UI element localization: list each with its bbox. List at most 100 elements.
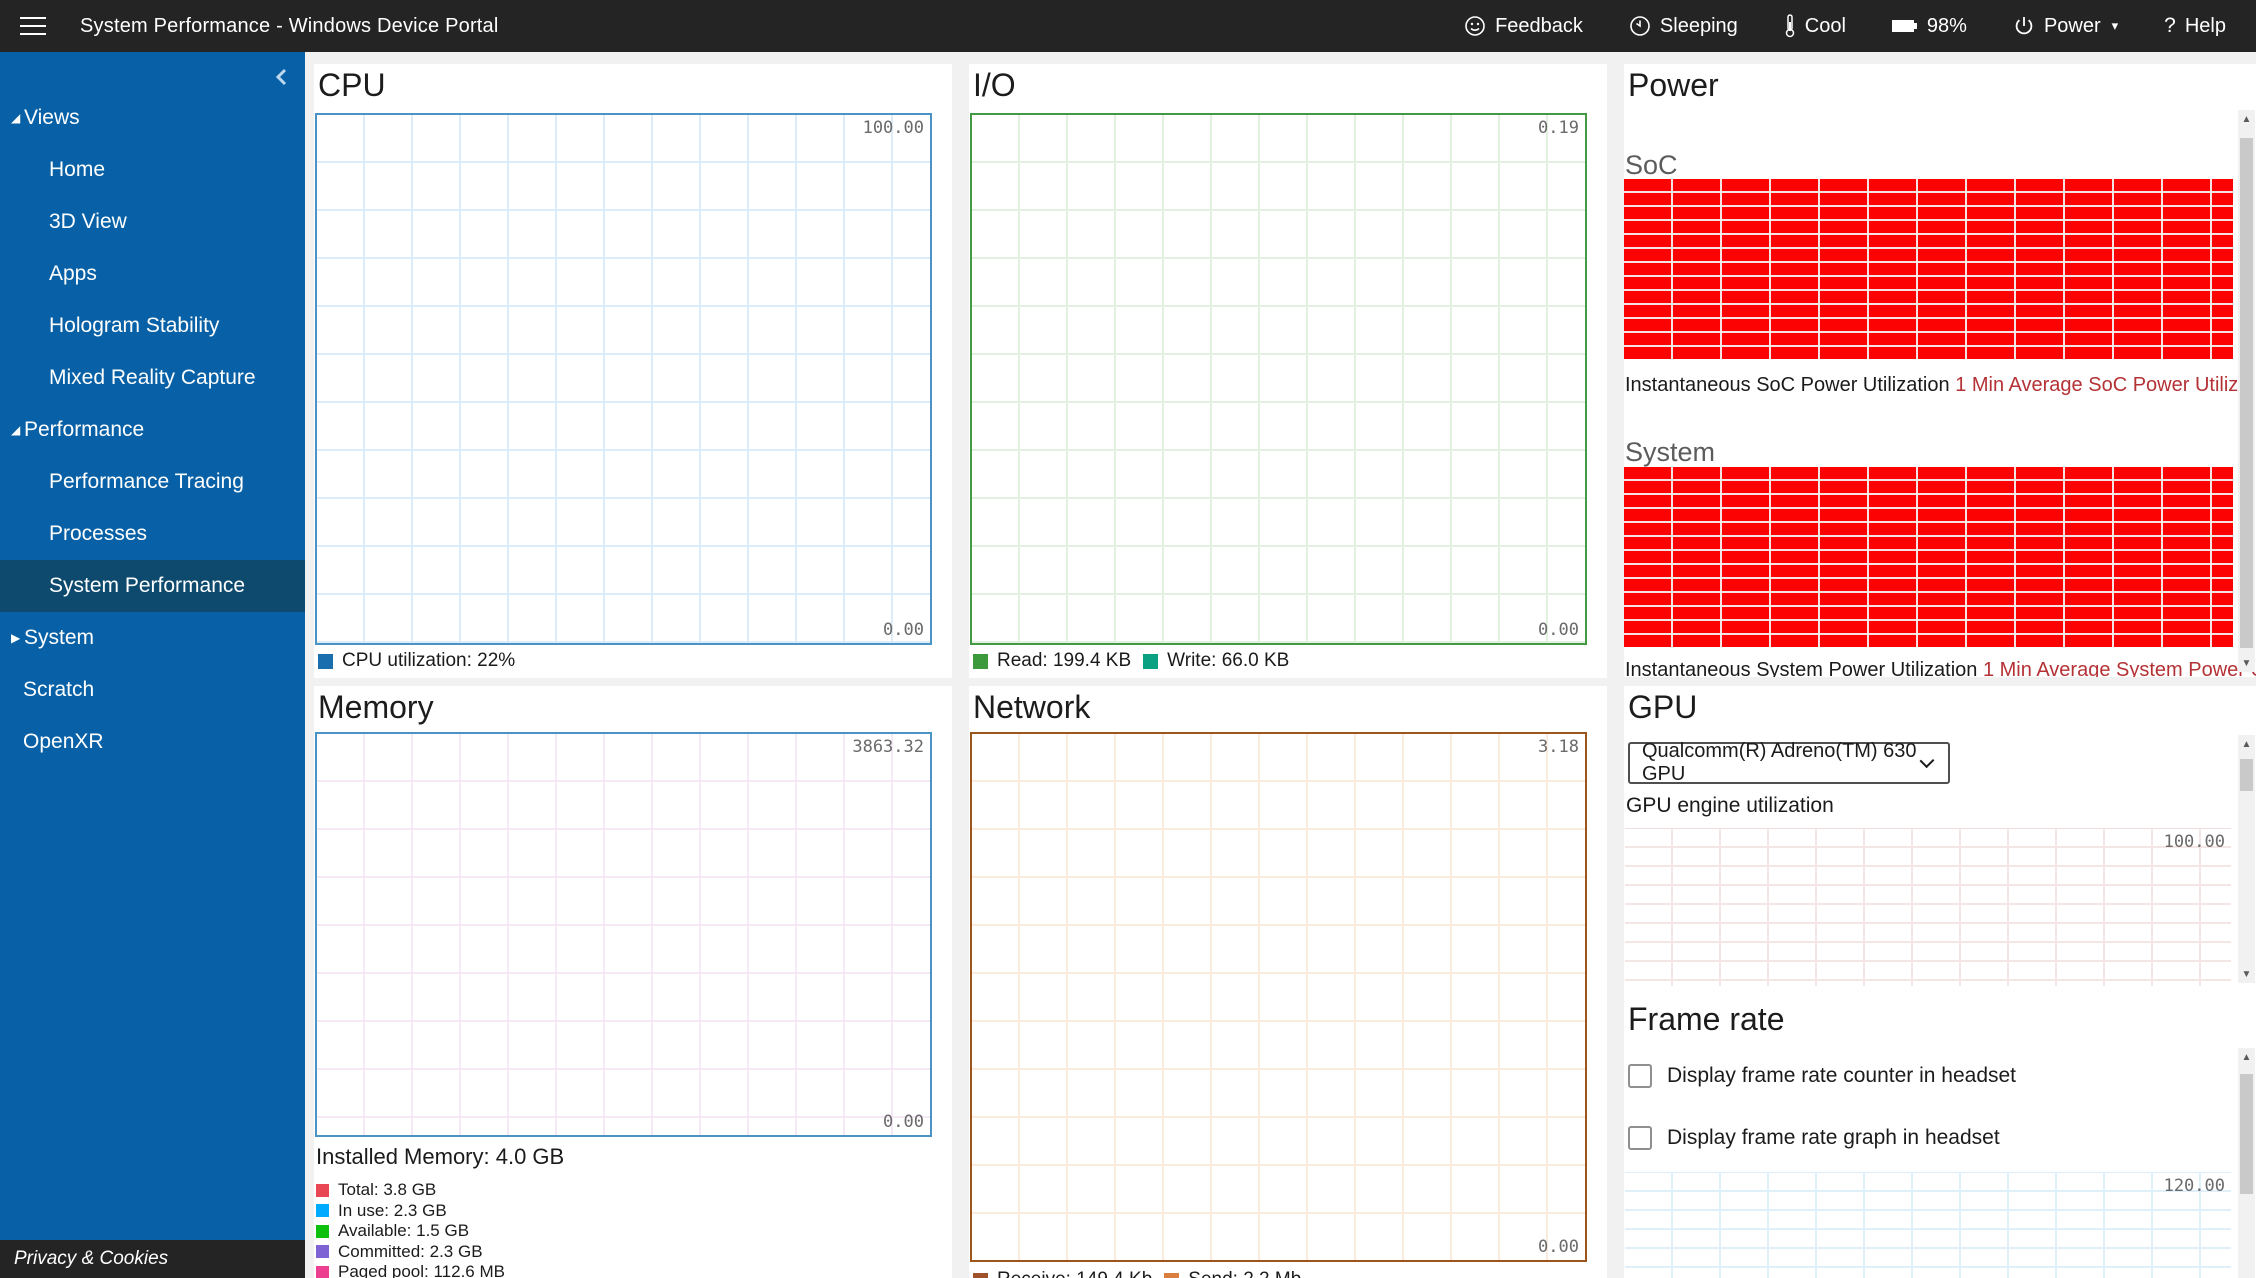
main-content: CPU 100.00 0.00 CPU utilization: 22% I/O… [305, 52, 2256, 1278]
sidebar: ◢ Views Home 3D View Apps Hologram Stabi… [0, 52, 305, 1240]
sidebar-item-processes[interactable]: Processes [0, 508, 305, 560]
gpu-adapter-select[interactable]: Qualcomm(R) Adreno(TM) 630 GPU [1628, 740, 1950, 785]
framerate-graph-label: Display frame rate graph in headset [1667, 1126, 2000, 1149]
legend-swatch [316, 1224, 329, 1238]
cpu-panel: CPU 100.00 0.00 CPU utilization: 22% [314, 64, 952, 678]
chevron-down-icon: ▾ [2111, 18, 2119, 33]
legend-swatch [973, 653, 988, 669]
battery-percent: 98% [1926, 14, 1967, 37]
scroll-up-icon[interactable]: ▲ [2238, 1048, 2255, 1066]
cpu-title: CPU [318, 67, 386, 103]
hamburger-menu-icon[interactable] [20, 17, 46, 35]
framerate-counter-checkbox[interactable] [1628, 1064, 1652, 1088]
legend-item-paged-pool: Paged pool: 112.6 MB [316, 1262, 541, 1278]
io-legend: Read: 199.4 KB Write: 66.0 KB [973, 650, 1289, 672]
system-caption: Instantaneous System Power Utilization 1… [1625, 659, 2256, 677]
thermal-status-button[interactable]: Cool [1784, 14, 1846, 38]
memory-panel: Memory 3863.32 0.00 Installed Memory: 4.… [314, 686, 952, 1278]
expand-icon: ◢ [11, 111, 21, 125]
memory-chart: 3863.32 0.00 [315, 732, 932, 1137]
scroll-up-icon[interactable]: ▲ [2238, 735, 2255, 753]
legend-swatch [1164, 1272, 1180, 1278]
privacy-cookies-link[interactable]: Privacy & Cookies [0, 1240, 305, 1278]
sidebar-group-performance[interactable]: ◢ Performance [0, 404, 305, 456]
help-button[interactable]: ? Help [2164, 14, 2226, 38]
power-menu-button[interactable]: Power ▾ [2013, 15, 2118, 38]
sleep-status-button[interactable]: Sleeping [1629, 15, 1738, 38]
gpu-engine-utilization-label: GPU engine utilization [1626, 794, 1834, 817]
network-min-value: 0.00 [1538, 1237, 1579, 1257]
question-mark-icon: ? [2164, 14, 2176, 37]
framerate-graph-row: Display frame rate graph in headset [1628, 1126, 2000, 1150]
sidebar-item-system-performance[interactable]: System Performance [0, 560, 305, 612]
scroll-down-icon[interactable]: ▼ [2238, 654, 2255, 672]
gpu-scrollbar: ▲ ▼ [2238, 735, 2255, 983]
legend-swatch [973, 1272, 988, 1278]
system-power-chart [1624, 467, 2233, 647]
cpu-max-value: 100.00 [862, 118, 924, 138]
page-title: System Performance - Windows Device Port… [80, 14, 499, 37]
sidebar-collapse-icon[interactable] [271, 66, 293, 88]
memory-min-value: 0.00 [883, 1112, 924, 1132]
system-instantaneous-link[interactable]: Instantaneous System Power Utilization [1625, 659, 1977, 677]
gpu-title: GPU [1628, 689, 1698, 725]
network-panel: Network 3.18 0.00 Receive: 149.4 Kb Send… [969, 686, 1607, 1278]
framerate-scrollbar: ▲ [2238, 1048, 2255, 1278]
gpu-scrollbar-thumb[interactable] [2240, 759, 2253, 791]
network-legend: Receive: 149.4 Kb Send: 2.2 Mb [973, 1269, 1301, 1278]
sidebar-item-scratch[interactable]: Scratch [0, 664, 305, 716]
gpu-framerate-panel: GPU Qualcomm(R) Adreno(TM) 630 GPU GPU e… [1624, 686, 2256, 1278]
top-bar: System Performance - Windows Device Port… [0, 0, 2256, 52]
memory-max-value: 3863.32 [852, 737, 924, 757]
feedback-button[interactable]: Feedback [1464, 15, 1583, 38]
gpu-max-value: 100.00 [2163, 832, 2225, 852]
power-icon [2013, 15, 2035, 37]
sidebar-item-openxr[interactable]: OpenXR [0, 716, 305, 768]
scroll-up-icon[interactable]: ▲ [2238, 110, 2255, 128]
memory-legend: Total: 3.8 GB In use: 2.3 GB Available: … [316, 1180, 541, 1278]
framerate-counter-row: Display frame rate counter in headset [1628, 1064, 2016, 1088]
soc-average-link[interactable]: 1 Min Average SoC Power Utilization [1955, 374, 2256, 396]
battery-indicator: 98% [1891, 14, 1967, 38]
io-chart: 0.19 0.00 [970, 113, 1587, 645]
legend-item-in-use: In use: 2.3 GB [316, 1201, 541, 1222]
framerate-graph-checkbox[interactable] [1628, 1126, 1652, 1150]
legend-swatch [316, 1245, 329, 1259]
power-scrollbar-thumb[interactable] [2240, 138, 2253, 648]
system-average-link[interactable]: 1 Min Average System Power Utilization [1983, 659, 2256, 677]
legend-swatch [316, 1265, 329, 1278]
framerate-max-value: 120.00 [2163, 1176, 2225, 1196]
scroll-down-icon[interactable]: ▼ [2238, 965, 2255, 983]
sidebar-item-performance-tracing[interactable]: Performance Tracing [0, 456, 305, 508]
sidebar-item-3d-view[interactable]: 3D View [0, 196, 305, 248]
io-min-value: 0.00 [1538, 620, 1579, 640]
legend-swatch [1143, 653, 1159, 669]
sidebar-item-hologram-stability[interactable]: Hologram Stability [0, 300, 305, 352]
soc-label: SoC [1625, 150, 1678, 180]
legend-item-committed: Committed: 2.3 GB [316, 1242, 541, 1263]
system-label: System [1625, 437, 1716, 467]
cpu-min-value: 0.00 [883, 620, 924, 640]
framerate-counter-label: Display frame rate counter in headset [1667, 1064, 2017, 1087]
io-max-value: 0.19 [1538, 118, 1579, 138]
memory-title: Memory [318, 689, 434, 725]
sidebar-item-apps[interactable]: Apps [0, 248, 305, 300]
soc-instantaneous-link[interactable]: Instantaneous SoC Power Utilization [1625, 374, 1950, 396]
sidebar-item-mixed-reality-capture[interactable]: Mixed Reality Capture [0, 352, 305, 404]
sidebar-item-home[interactable]: Home [0, 144, 305, 196]
io-panel: I/O 0.19 0.00 Read: 199.4 KB Write: 66.0… [969, 64, 1607, 678]
legend-swatch [316, 1204, 329, 1218]
sidebar-group-views[interactable]: ◢ Views [0, 92, 305, 144]
soc-power-chart [1624, 179, 2233, 359]
clock-icon [1629, 15, 1651, 37]
legend-item-total: Total: 3.8 GB [316, 1180, 541, 1201]
sidebar-nav: ◢ Views Home 3D View Apps Hologram Stabi… [0, 92, 305, 768]
gpu-chart: 100.00 [1625, 828, 2231, 986]
legend-item-available: Available: 1.5 GB [316, 1221, 541, 1242]
framerate-scrollbar-thumb[interactable] [2240, 1074, 2253, 1194]
sidebar-group-system[interactable]: ▶ System [0, 612, 305, 664]
cpu-legend: CPU utilization: 22% [318, 650, 515, 672]
io-title: I/O [973, 67, 1016, 103]
cpu-chart: 100.00 0.00 [315, 113, 932, 645]
thermometer-icon [1784, 14, 1796, 38]
